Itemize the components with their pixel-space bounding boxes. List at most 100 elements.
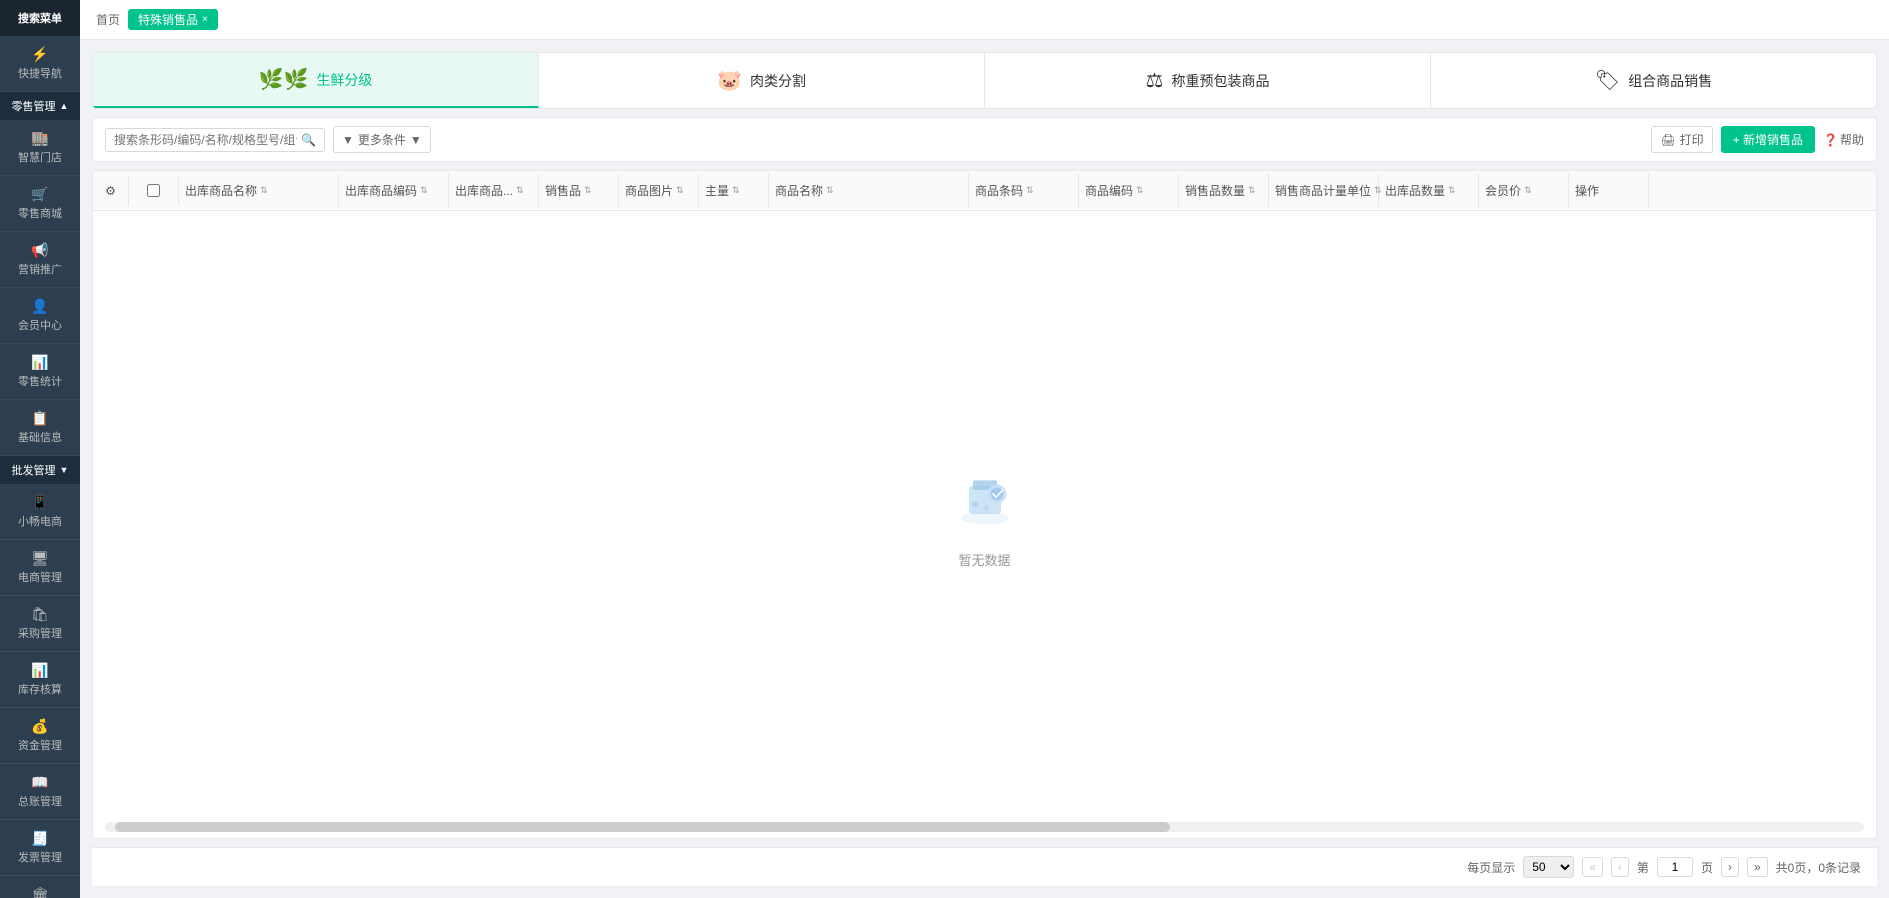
tab-fresh-grade[interactable]: 🌿🌿 生鲜分级 bbox=[93, 53, 539, 108]
prev-page-button[interactable]: ‹ bbox=[1611, 857, 1629, 877]
sidebar-item-mini-ecom[interactable]: 📱 小畅电商 bbox=[0, 484, 80, 540]
out-qty-sort-icon[interactable]: ⇅ bbox=[1448, 185, 1456, 196]
meat-cut-label: 肉类分割 bbox=[750, 71, 806, 91]
sidebar-item-retail-mgmt[interactable]: 零售管理 ▲ bbox=[0, 92, 80, 120]
next-page-button[interactable]: › bbox=[1721, 857, 1739, 877]
purchase-mgmt-icon: 🛍 bbox=[31, 606, 49, 623]
toolbar-right: 🖨 打印 + 新增销售品 ❓ 帮助 bbox=[1651, 126, 1864, 153]
select-all-checkbox[interactable] bbox=[147, 184, 160, 197]
active-tab-label: 特殊销售品 bbox=[138, 11, 198, 28]
th-out-name: 出库商品名称 ⇅ bbox=[179, 174, 339, 207]
add-sales-button[interactable]: + 新增销售品 bbox=[1721, 126, 1815, 153]
sidebar-item-smart-store[interactable]: 🏬 智慧门店 bbox=[0, 120, 80, 176]
th-sales: 销售品 ⇅ bbox=[539, 174, 619, 207]
th-out-barcode: 出库商品... ⇅ bbox=[449, 174, 539, 207]
th-goods-barcode: 商品条码 ⇅ bbox=[969, 174, 1079, 207]
page-input[interactable] bbox=[1657, 857, 1693, 877]
wholesale-mgmt-label: 批发管理 bbox=[12, 462, 56, 478]
weight-label: 主量 bbox=[705, 182, 729, 199]
goods-name-label: 商品名称 bbox=[775, 182, 823, 199]
th-checkbox[interactable] bbox=[129, 176, 179, 205]
sidebar-item-finance-mgmt[interactable]: 💰 资金管理 bbox=[0, 708, 80, 764]
search-input[interactable] bbox=[114, 133, 297, 147]
tab-combo[interactable]: 🏷 组合商品销售 bbox=[1431, 53, 1876, 108]
filter-button[interactable]: ▼ 更多条件 ▼ bbox=[333, 126, 431, 153]
sidebar-item-invoice-mgmt[interactable]: 🧾 发票管理 bbox=[0, 820, 80, 876]
first-page-button[interactable]: « bbox=[1582, 857, 1603, 877]
sidebar-item-marketing[interactable]: 📢 营销推广 bbox=[0, 232, 80, 288]
sidebar-item-general-ledger[interactable]: 📖 总账管理 bbox=[0, 764, 80, 820]
sidebar-item-label: 零售商城 bbox=[18, 205, 62, 221]
img-sort-icon[interactable]: ⇅ bbox=[676, 185, 684, 196]
weight-sort-icon[interactable]: ⇅ bbox=[732, 185, 740, 196]
sidebar-item-label: 会员中心 bbox=[18, 317, 62, 333]
sidebar-item-label: 总账管理 bbox=[18, 793, 62, 809]
filter-label: 更多条件 bbox=[358, 131, 406, 148]
th-settings[interactable]: ⚙ bbox=[93, 176, 129, 206]
horizontal-scrollbar[interactable] bbox=[93, 816, 1876, 838]
sidebar-item-quick-nav[interactable]: ⚡ 快捷导航 bbox=[0, 36, 80, 92]
empty-state: 暂无数据 bbox=[93, 211, 1876, 816]
out-code-sort-icon[interactable]: ⇅ bbox=[420, 185, 428, 196]
help-icon: ❓ bbox=[1823, 133, 1838, 147]
member-price-sort-icon[interactable]: ⇅ bbox=[1524, 185, 1532, 196]
goods-code-label: 商品编码 bbox=[1085, 182, 1133, 199]
sidebar: 搜索菜单 ⚡ 快捷导航 零售管理 ▲ 🏬 智慧门店 🛒 零售商城 📢 营销推广 … bbox=[0, 0, 80, 898]
sidebar-item-label: 基础信息 bbox=[18, 429, 62, 445]
combo-label: 组合商品销售 bbox=[1628, 71, 1712, 91]
goods-code-sort-icon[interactable]: ⇅ bbox=[1136, 185, 1144, 196]
toolbar: 🔍 ▼ 更多条件 ▼ 🖨 打印 + 新增销售品 ❓ 帮助 bbox=[92, 117, 1877, 162]
print-button[interactable]: 🖨 打印 bbox=[1651, 126, 1712, 153]
invoice-mgmt-icon: 🧾 bbox=[31, 830, 48, 847]
page-label: 第 bbox=[1637, 859, 1649, 876]
data-table: ⚙ 出库商品名称 ⇅ 出库商品编码 ⇅ 出库商品... ⇅ bbox=[92, 170, 1877, 839]
th-operate: 操作 bbox=[1569, 174, 1649, 207]
sidebar-item-label: 电商管理 bbox=[18, 569, 62, 585]
goods-barcode-label: 商品条码 bbox=[975, 182, 1023, 199]
sidebar-item-retail-mall[interactable]: 🛒 零售商城 bbox=[0, 176, 80, 232]
tab-meat-cut[interactable]: 🐷 肉类分割 bbox=[539, 53, 985, 108]
member-price-label: 会员价 bbox=[1485, 182, 1521, 199]
settings-col-icon: ⚙ bbox=[105, 184, 116, 198]
th-img: 商品图片 ⇅ bbox=[619, 174, 699, 207]
sidebar-item-label: 小畅电商 bbox=[18, 513, 62, 529]
sidebar-item-ecom-mgmt[interactable]: 🖥 电商管理 bbox=[0, 540, 80, 596]
filter-arrow-icon: ▼ bbox=[410, 133, 422, 147]
weigh-pack-label: 称重预包装商品 bbox=[1171, 71, 1269, 91]
retail-mgmt-arrow-icon: ▲ bbox=[60, 101, 69, 111]
tab-weigh-pack[interactable]: ⚖ 称重预包装商品 bbox=[985, 53, 1431, 108]
out-barcode-sort-icon[interactable]: ⇅ bbox=[516, 185, 524, 196]
print-icon: 🖨 bbox=[1660, 133, 1675, 147]
toolbar-left: 🔍 ▼ 更多条件 ▼ bbox=[105, 126, 431, 153]
unit-label: 销售商品计量单位 bbox=[1275, 182, 1371, 199]
search-box[interactable]: 🔍 bbox=[105, 128, 325, 152]
help-button[interactable]: ❓ 帮助 bbox=[1823, 131, 1864, 148]
scrollbar-thumb[interactable] bbox=[115, 822, 1170, 832]
goods-name-sort-icon[interactable]: ⇅ bbox=[826, 185, 834, 196]
sidebar-item-member-center[interactable]: 👤 会员中心 bbox=[0, 288, 80, 344]
retail-mgmt-label: 零售管理 bbox=[12, 98, 56, 114]
sidebar-item-wholesale-mgmt[interactable]: 批发管理 ▼ bbox=[0, 456, 80, 484]
topbar-home-link[interactable]: 首页 bbox=[96, 11, 120, 28]
tab-close-icon[interactable]: × bbox=[202, 14, 208, 25]
sidebar-item-retail-stats[interactable]: 📊 零售统计 bbox=[0, 344, 80, 400]
th-goods-name: 商品名称 ⇅ bbox=[769, 174, 969, 207]
sidebar-item-purchase-mgmt[interactable]: 🛍 采购管理 bbox=[0, 596, 80, 652]
meat-cut-icon: 🐷 bbox=[717, 68, 742, 93]
sales-qty-sort-icon[interactable]: ⇅ bbox=[1248, 185, 1256, 196]
wholesale-mgmt-arrow-icon: ▼ bbox=[60, 465, 69, 475]
category-tabs: 🌿🌿 生鲜分级 🐷 肉类分割 ⚖ 称重预包装商品 🏷 组合商品销售 bbox=[92, 52, 1877, 109]
sidebar-item-tax-mgmt[interactable]: 🏛 税务管理 bbox=[0, 876, 80, 898]
th-out-code: 出库商品编码 ⇅ bbox=[339, 174, 449, 207]
sidebar-item-inventory[interactable]: 📊 库存核算 bbox=[0, 652, 80, 708]
topbar: 首页 特殊销售品 × bbox=[80, 0, 1889, 40]
th-goods-code: 商品编码 ⇅ bbox=[1079, 174, 1179, 207]
goods-barcode-sort-icon[interactable]: ⇅ bbox=[1026, 185, 1034, 196]
finance-mgmt-icon: 💰 bbox=[31, 718, 48, 735]
last-page-button[interactable]: » bbox=[1747, 857, 1768, 877]
sidebar-item-basic-info[interactable]: 📋 基础信息 bbox=[0, 400, 80, 456]
topbar-active-tab[interactable]: 特殊销售品 × bbox=[128, 9, 218, 30]
per-page-select[interactable]: 50 10 20 100 bbox=[1523, 856, 1574, 878]
sales-sort-icon[interactable]: ⇅ bbox=[584, 185, 592, 196]
out-name-sort-icon[interactable]: ⇅ bbox=[260, 185, 268, 196]
